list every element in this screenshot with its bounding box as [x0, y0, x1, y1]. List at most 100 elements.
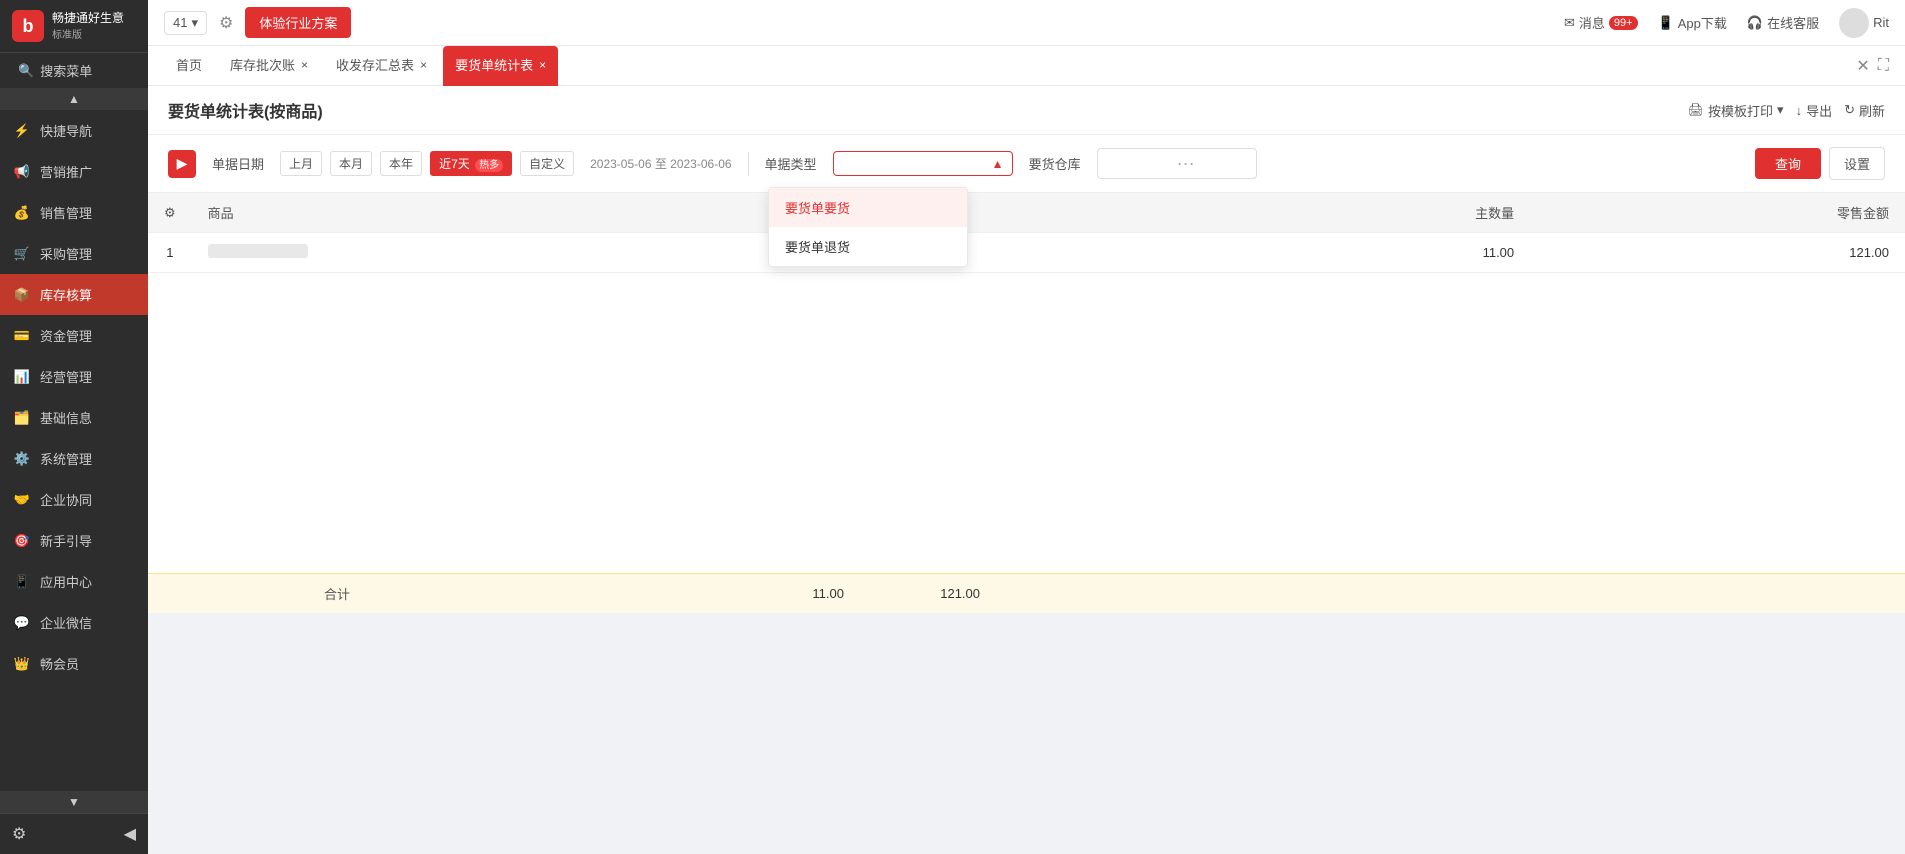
online-service-btn[interactable]: 🎧 在线客服	[1747, 13, 1819, 32]
print-icon: 🖨	[1688, 102, 1705, 118]
type-input[interactable]	[842, 156, 992, 171]
warehouse-label: 要货仓库	[1029, 154, 1081, 173]
quick-nav-icon: ⚡	[12, 123, 32, 139]
sidebar-item-label: 采购管理	[40, 244, 92, 263]
sidebar-item-sales[interactable]: 💰 销售管理	[0, 192, 148, 233]
last-month-btn[interactable]: 上月	[280, 151, 322, 176]
sidebar-item-system[interactable]: ⚙️ 系统管理	[0, 438, 148, 479]
type-label: 单据类型	[765, 154, 817, 173]
sidebar-item-basic-info[interactable]: 🗂️ 基础信息	[0, 397, 148, 438]
inventory-icon: 📦	[12, 287, 32, 303]
sidebar-logo: b 畅捷通好生意 标准版	[0, 0, 148, 53]
row-product	[192, 233, 781, 273]
sidebar-item-vip[interactable]: 👑 畅会员	[0, 643, 148, 684]
sidebar-items: ⚡ 快捷导航 📢 营销推广 💰 销售管理 🛒 采购管理 📦 库存核算 💳 资金管…	[0, 110, 148, 791]
custom-date-btn[interactable]: 自定义	[520, 151, 574, 176]
filter-expand-btn[interactable]: ▶	[168, 150, 196, 178]
sidebar-item-operations[interactable]: 📊 经营管理	[0, 356, 148, 397]
table-container: ⚙ 商品 主计量单位 主数量 零售金额 1 块 11.00 121.00	[148, 193, 1905, 273]
chevron-down-print-icon: ▾	[1777, 102, 1784, 118]
search-icon: 🔍	[18, 63, 34, 79]
this-year-btn[interactable]: 本年	[380, 151, 422, 176]
app-center-icon: 📱	[12, 574, 32, 590]
close-all-tabs-btn[interactable]: ✕	[1856, 56, 1869, 76]
sidebar-item-quick-nav[interactable]: ⚡ 快捷导航	[0, 110, 148, 151]
sidebar-item-marketing[interactable]: 📢 营销推广	[0, 151, 148, 192]
sidebar-item-inventory[interactable]: 📦 库存核算	[0, 274, 148, 315]
dropdown-value: 41	[173, 15, 187, 30]
refresh-btn[interactable]: ↻ 刷新	[1844, 101, 1885, 120]
footer-label: 合计	[324, 584, 724, 603]
msg-badge: 99+	[1609, 16, 1638, 30]
page-title: 要货单统计表(按商品)	[168, 98, 323, 122]
last-7-days-btn[interactable]: 近7天 热多	[430, 151, 512, 176]
sidebar-item-label: 新手引导	[40, 531, 92, 550]
sidebar-scroll-down[interactable]: ▼	[0, 791, 148, 813]
sidebar-search[interactable]: 🔍 搜索菜单	[0, 53, 148, 88]
product-placeholder	[208, 244, 308, 258]
print-label: 按模板打印	[1708, 101, 1773, 120]
empty-space	[148, 273, 1905, 573]
maximize-btn[interactable]: ⛶	[1878, 57, 1889, 75]
tab-recv-send-label: 收发存汇总表	[336, 55, 414, 74]
sidebar-item-label: 快捷导航	[40, 121, 92, 140]
sidebar-item-label: 经营管理	[40, 367, 92, 386]
row-qty: 11.00	[1213, 233, 1530, 273]
tabs-actions: ✕ ⛶	[1856, 56, 1889, 76]
search-btn[interactable]: 查询	[1755, 148, 1821, 179]
sidebar-bottom: ⚙ ◀	[0, 813, 148, 854]
tab-close-active-icon[interactable]: ×	[539, 58, 546, 72]
tab-close-icon[interactable]: ×	[301, 58, 308, 72]
settings-filter-btn[interactable]: 设置	[1829, 147, 1885, 180]
purchase-icon: 🛒	[12, 246, 32, 262]
msg-btn[interactable]: ✉ 消息 99+	[1564, 13, 1638, 32]
print-template-btn[interactable]: 🖨 按模板打印 ▾	[1688, 101, 1784, 120]
app-download-btn[interactable]: 📱 App下载	[1658, 13, 1727, 32]
sidebar-item-label: 营销推广	[40, 162, 92, 181]
topbar-dropdown[interactable]: 41 ▾	[164, 11, 207, 35]
sidebar-item-app-center[interactable]: 📱 应用中心	[0, 561, 148, 602]
collapse-btn[interactable]: ◀	[124, 824, 136, 844]
tabs-bar: 首页 库存批次账 × 收发存汇总表 × 要货单统计表 × ✕ ⛶	[148, 46, 1905, 86]
dropdown-item-return-goods[interactable]: 要货单退货	[769, 227, 967, 266]
finance-icon: 💳	[12, 328, 32, 344]
tab-inventory-batch-label: 库存批次账	[230, 55, 295, 74]
tab-inventory-batch[interactable]: 库存批次账 ×	[218, 46, 320, 86]
industry-btn[interactable]: 体验行业方案	[245, 7, 351, 38]
type-select[interactable]: ▲	[833, 151, 1013, 176]
sidebar-item-wechat[interactable]: 💬 企业微信	[0, 602, 148, 643]
sidebar-scroll-up[interactable]: ▲	[0, 88, 148, 110]
sidebar-item-label: 库存核算	[40, 285, 92, 304]
user-name: Rit	[1873, 15, 1889, 30]
refresh-icon: ↻	[1844, 102, 1855, 118]
sidebar-item-guide[interactable]: 🎯 新手引导	[0, 520, 148, 561]
sidebar-item-label: 企业协同	[40, 490, 92, 509]
this-month-btn[interactable]: 本月	[330, 151, 372, 176]
tab-close-icon[interactable]: ×	[420, 58, 427, 72]
dropdown-item-order-goods[interactable]: 要货单要货	[769, 188, 967, 227]
marketing-icon: 📢	[12, 164, 32, 180]
warehouse-select[interactable]: ···	[1097, 148, 1257, 179]
tab-home[interactable]: 首页	[164, 46, 214, 86]
table-header-row: ⚙ 商品 主计量单位 主数量 零售金额	[148, 193, 1905, 233]
more-filters-btn[interactable]: ···	[1177, 153, 1248, 174]
tab-order-stats[interactable]: 要货单统计表 ×	[443, 46, 558, 86]
sidebar-item-label: 畅会员	[40, 654, 79, 673]
table-footer: 合计 11.00 121.00	[148, 573, 1905, 613]
sidebar-item-purchase[interactable]: 🛒 采购管理	[0, 233, 148, 274]
export-btn[interactable]: ↓ 导出	[1796, 101, 1833, 120]
row-amount: 121.00	[1530, 233, 1905, 273]
topbar-settings-icon[interactable]: ⚙	[219, 13, 233, 33]
tab-recv-send-summary[interactable]: 收发存汇总表 ×	[324, 46, 439, 86]
sidebar-item-enterprise[interactable]: 🤝 企业协同	[0, 479, 148, 520]
sidebar-item-label: 资金管理	[40, 326, 92, 345]
user-avatar[interactable]: Rit	[1839, 8, 1889, 38]
col-settings[interactable]: ⚙	[148, 193, 192, 233]
sidebar-item-label: 应用中心	[40, 572, 92, 591]
settings-icon[interactable]: ⚙	[12, 824, 26, 844]
enterprise-icon: 🤝	[12, 492, 32, 508]
logo-icon: b	[12, 10, 44, 42]
sidebar-item-finance[interactable]: 💳 资金管理	[0, 315, 148, 356]
export-label: 导出	[1806, 101, 1832, 120]
logo-subtitle: 标准版	[52, 26, 124, 41]
